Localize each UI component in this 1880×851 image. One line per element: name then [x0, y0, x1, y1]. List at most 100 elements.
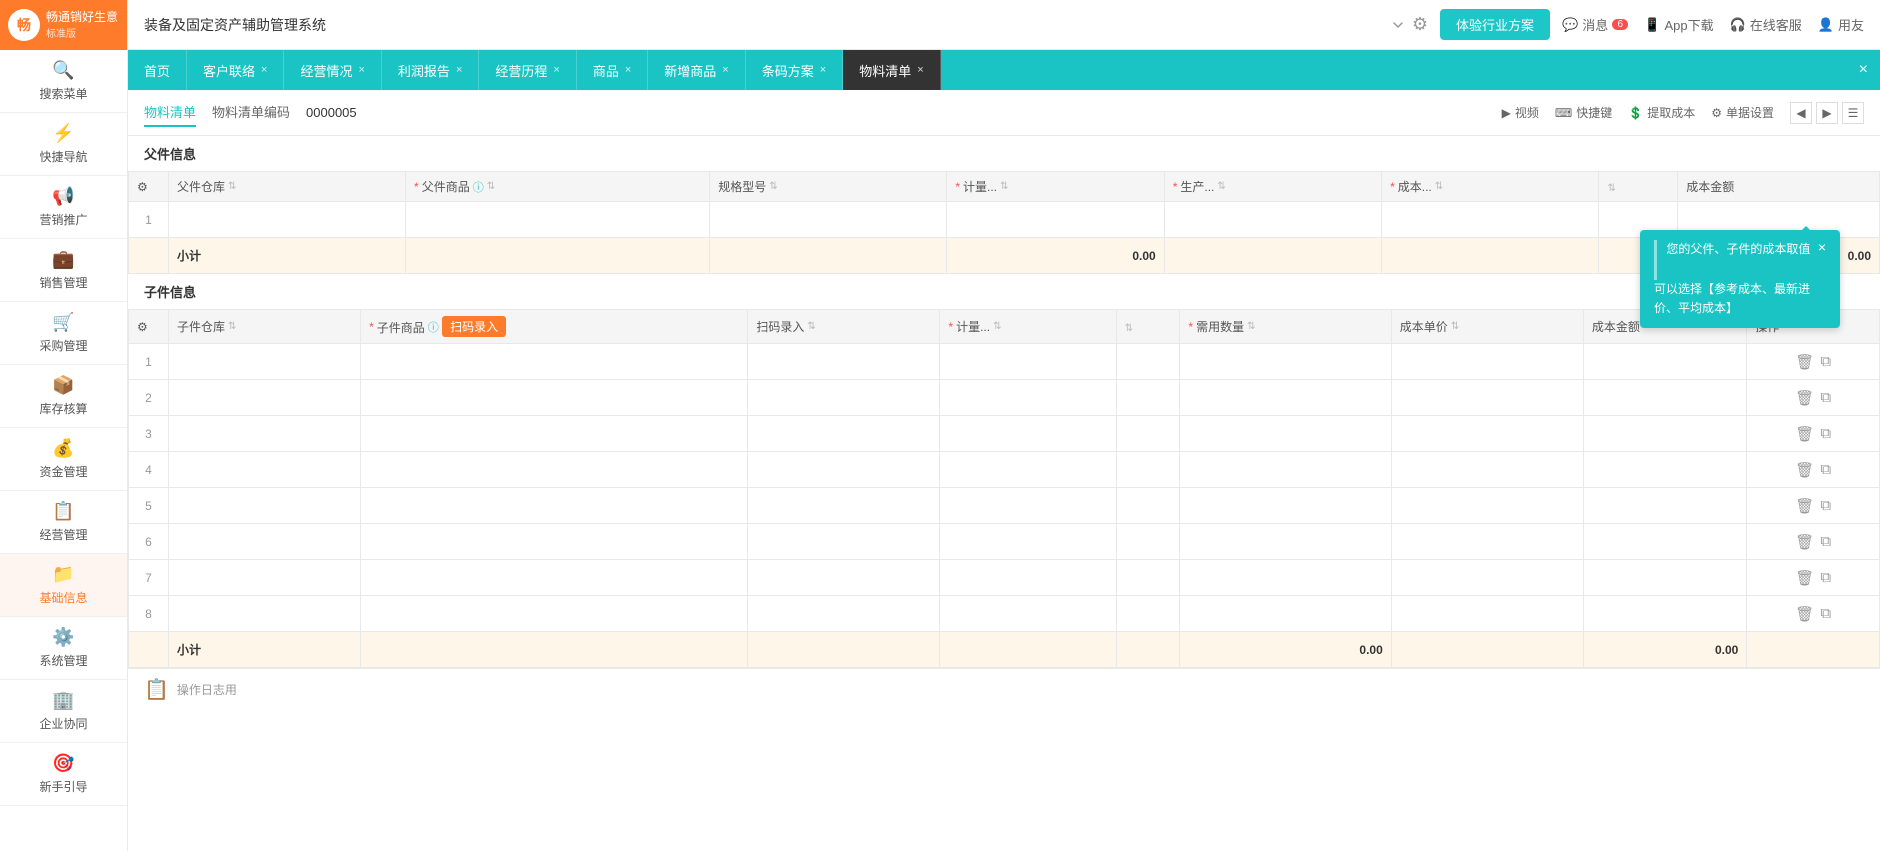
child-warehouse-cell[interactable] [169, 488, 361, 524]
child-warehouse-cell[interactable] [169, 380, 361, 416]
tooltip-close-btn[interactable]: × [1818, 240, 1826, 254]
sidebar-item-purchase[interactable]: 🛒 采购管理 [0, 302, 127, 365]
child-extra-cell[interactable] [1116, 452, 1180, 488]
sort-icon[interactable]: ⇅ [1435, 181, 1443, 192]
child-cost-amount-cell[interactable] [1583, 380, 1746, 416]
sidebar-item-quick-nav[interactable]: ⚡ 快捷导航 [0, 113, 127, 176]
video-btn[interactable]: ▶ 视频 [1502, 104, 1539, 121]
sidebar-item-basic-info[interactable]: 📁 基础信息 [0, 554, 127, 617]
copy-icon[interactable]: ⧉ [1820, 533, 1831, 551]
child-unit-cost-cell[interactable] [1391, 596, 1583, 632]
child-needed-qty-cell[interactable] [1180, 344, 1391, 380]
message-btn[interactable]: 💬 消息 6 [1562, 15, 1628, 34]
user-menu-btn[interactable]: 👤 用友 [1818, 15, 1864, 34]
close-all-tabs-btn[interactable]: × [1847, 61, 1880, 79]
parent-spec-cell[interactable] [710, 202, 947, 238]
close-icon[interactable]: × [625, 64, 631, 76]
child-quantity-cell[interactable] [940, 596, 1116, 632]
delete-icon[interactable]: 🗑 [1795, 389, 1814, 407]
sort-icon[interactable]: ⇅ [769, 181, 777, 192]
child-extra-cell[interactable] [1116, 524, 1180, 560]
close-icon[interactable]: × [553, 64, 559, 76]
close-icon[interactable]: × [722, 64, 728, 76]
close-icon[interactable]: × [456, 64, 462, 76]
sort-icon[interactable]: ⇅ [993, 321, 1001, 332]
child-needed-qty-cell[interactable] [1180, 380, 1391, 416]
child-needed-qty-cell[interactable] [1180, 560, 1391, 596]
copy-icon[interactable]: ⧉ [1820, 389, 1831, 407]
child-needed-qty-cell[interactable] [1180, 416, 1391, 452]
child-needed-qty-cell[interactable] [1180, 596, 1391, 632]
child-extra-cell[interactable] [1116, 416, 1180, 452]
child-col-settings[interactable]: ⚙ [129, 310, 169, 344]
try-plan-button[interactable]: 体验行业方案 [1440, 9, 1550, 40]
child-cost-amount-cell[interactable] [1583, 488, 1746, 524]
child-quantity-cell[interactable] [940, 452, 1116, 488]
child-spec-cell[interactable] [748, 560, 940, 596]
sort-icon[interactable]: ⇅ [1000, 181, 1008, 192]
child-quantity-cell[interactable] [940, 488, 1116, 524]
sort-icon[interactable]: ⇅ [487, 181, 495, 192]
sidebar-item-operation[interactable]: 📋 经营管理 [0, 491, 127, 554]
close-icon[interactable]: × [917, 64, 923, 76]
child-goods-cell[interactable] [361, 380, 748, 416]
tab-home[interactable]: 首页 [128, 50, 187, 90]
tab-operation-status[interactable]: 经营情况 × [284, 50, 381, 90]
child-quantity-cell[interactable] [940, 416, 1116, 452]
sort-icon[interactable]: ⇅ [228, 181, 236, 192]
child-cost-amount-cell[interactable] [1583, 344, 1746, 380]
copy-icon[interactable]: ⧉ [1820, 461, 1831, 479]
child-warehouse-cell[interactable] [169, 416, 361, 452]
delete-icon[interactable]: 🗑 [1795, 533, 1814, 551]
scan-input-btn[interactable]: 扫码录入 [442, 316, 506, 337]
child-unit-cost-cell[interactable] [1391, 416, 1583, 452]
child-unit-cost-cell[interactable] [1391, 452, 1583, 488]
parent-quantity-cell[interactable] [947, 202, 1164, 238]
child-needed-qty-cell[interactable] [1180, 524, 1391, 560]
child-warehouse-cell[interactable] [169, 452, 361, 488]
parent-warehouse-cell[interactable] [169, 202, 406, 238]
delete-icon[interactable]: 🗑 [1795, 497, 1814, 515]
sort-icon[interactable]: ⇅ [228, 321, 236, 332]
shortcut-btn[interactable]: ⌨ 快捷键 [1555, 104, 1612, 121]
delete-icon[interactable]: 🗑 [1795, 461, 1814, 479]
child-unit-cost-cell[interactable] [1391, 344, 1583, 380]
delete-icon[interactable]: 🗑 [1795, 353, 1814, 371]
child-goods-cell[interactable] [361, 596, 748, 632]
online-service-btn[interactable]: 🎧 在线客服 [1730, 15, 1802, 34]
parent-col-settings[interactable]: ⚙ [129, 172, 169, 202]
sidebar-item-inventory[interactable]: 📦 库存核算 [0, 365, 127, 428]
next-btn[interactable]: ▶ [1816, 102, 1838, 124]
parent-cost-cell[interactable] [1382, 202, 1599, 238]
child-extra-cell[interactable] [1116, 380, 1180, 416]
sort-icon[interactable]: ⇅ [1217, 181, 1225, 192]
tab-operation-history[interactable]: 经营历程 × [479, 50, 576, 90]
child-extra-cell[interactable] [1116, 488, 1180, 524]
child-warehouse-cell[interactable] [169, 344, 361, 380]
child-cost-amount-cell[interactable] [1583, 416, 1746, 452]
child-goods-cell[interactable] [361, 488, 748, 524]
child-cost-amount-cell[interactable] [1583, 560, 1746, 596]
child-warehouse-cell[interactable] [169, 560, 361, 596]
prev-btn[interactable]: ◀ [1790, 102, 1812, 124]
child-warehouse-cell[interactable] [169, 524, 361, 560]
child-unit-cost-cell[interactable] [1391, 524, 1583, 560]
sidebar-item-finance[interactable]: 💰 资金管理 [0, 428, 127, 491]
child-needed-qty-cell[interactable] [1180, 452, 1391, 488]
delete-icon[interactable]: 🗑 [1795, 605, 1814, 623]
sort-icon[interactable]: ⇅ [1607, 183, 1615, 194]
parent-goods-cell[interactable] [406, 202, 710, 238]
child-unit-cost-cell[interactable] [1391, 488, 1583, 524]
child-goods-cell[interactable] [361, 452, 748, 488]
sort-icon[interactable]: ⇅ [807, 321, 815, 332]
sidebar-item-sales[interactable]: 💼 销售管理 [0, 239, 127, 302]
list-btn[interactable]: ☰ [1842, 102, 1864, 124]
sidebar-item-enterprise[interactable]: 🏢 企业协同 [0, 680, 127, 743]
child-needed-qty-cell[interactable] [1180, 488, 1391, 524]
child-extra-cell[interactable] [1116, 560, 1180, 596]
sidebar-item-marketing[interactable]: 📢 营销推广 [0, 176, 127, 239]
sidebar-item-system[interactable]: ⚙️ 系统管理 [0, 617, 127, 680]
sort-icon[interactable]: ⇅ [1247, 321, 1255, 332]
copy-icon[interactable]: ⧉ [1820, 569, 1831, 587]
sort-icon[interactable]: ⇅ [1125, 323, 1133, 334]
